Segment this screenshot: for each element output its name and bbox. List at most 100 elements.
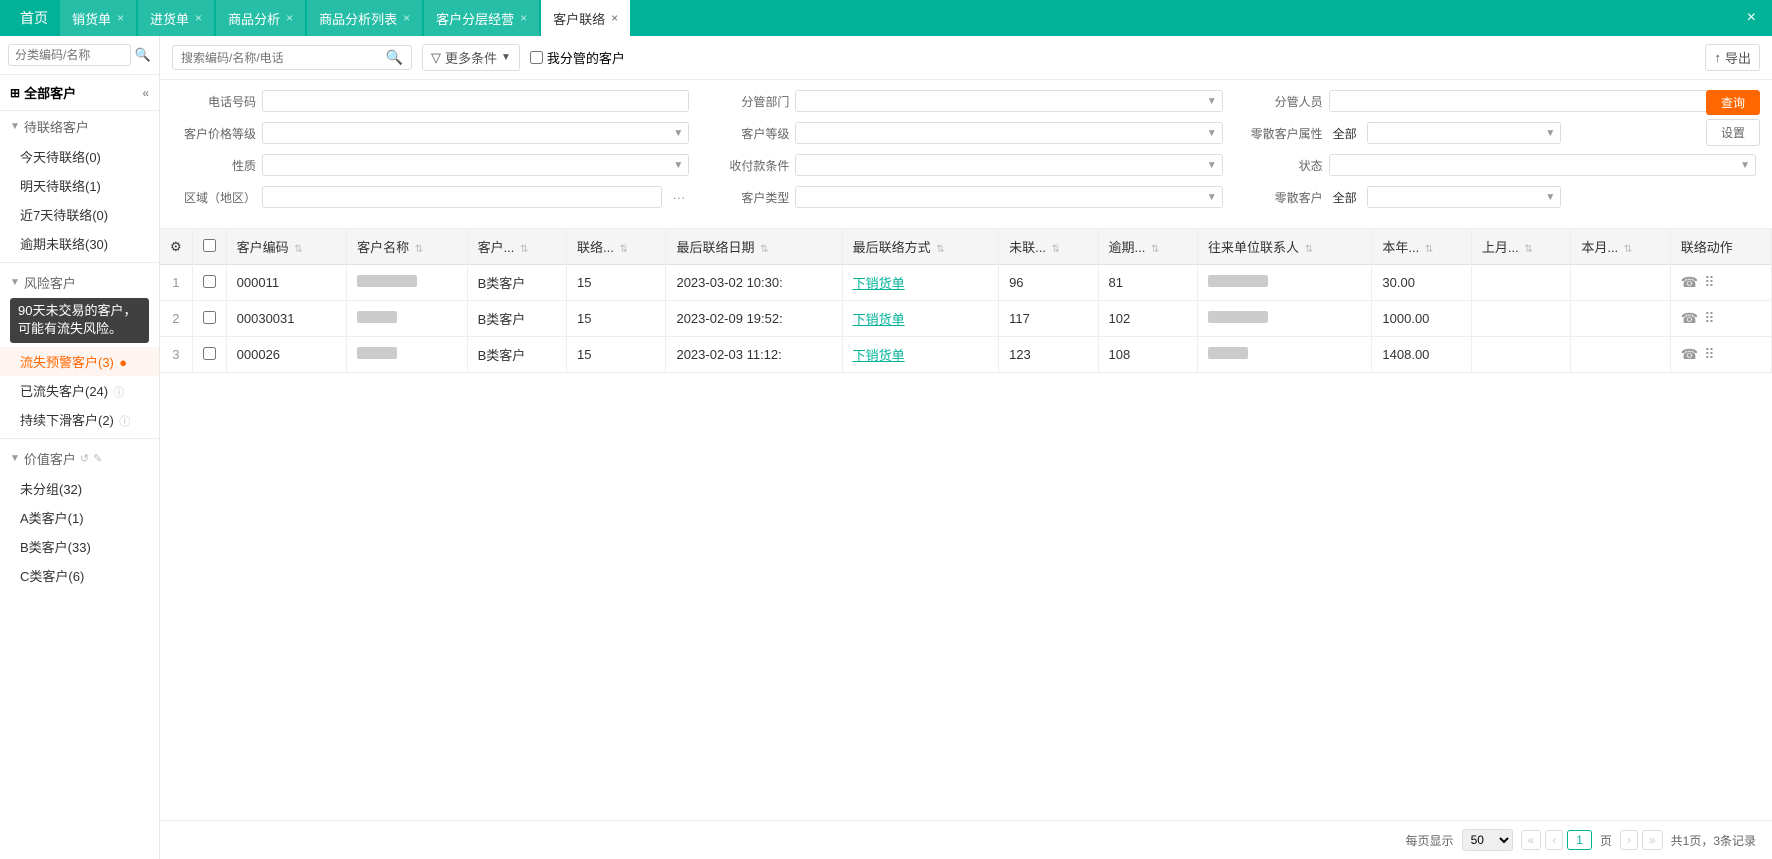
export-btn[interactable]: ↑ 导出 bbox=[1705, 44, 1760, 71]
sort-arrows-last-month[interactable]: ⇅ bbox=[1524, 244, 1532, 255]
search-input[interactable] bbox=[181, 51, 386, 65]
next-page-btn[interactable]: › bbox=[1620, 830, 1638, 850]
sidebar-search-input[interactable] bbox=[8, 44, 131, 66]
prev-page-btn[interactable]: ‹ bbox=[1545, 830, 1563, 850]
main-layout: 🔍 ⊞ 全部客户 « ▼ 待联络客户 今天待联络(0) 明天待联络(1) 近7天… bbox=[0, 36, 1772, 859]
sidebar-item-tomorrow-contact[interactable]: 明天待联络(1) bbox=[0, 171, 159, 200]
nav-tab-sales[interactable]: 销货单 × bbox=[60, 0, 136, 36]
nav-tab-purchase-close[interactable]: × bbox=[195, 11, 202, 25]
nav-tab-product-analysis-list-close[interactable]: × bbox=[403, 11, 410, 25]
sort-arrows-year[interactable]: ⇅ bbox=[1425, 244, 1433, 255]
customer-type-2: B类客户 bbox=[467, 301, 566, 337]
customer-table: ⚙ 客户编码 ⇅ 客户名称 ⇅ bbox=[160, 229, 1772, 373]
no-contact-days-3: 123 bbox=[999, 337, 1098, 373]
sort-arrows-contact[interactable]: ⇅ bbox=[619, 244, 627, 255]
sidebar-all-customers[interactable]: ⊞ 全部客户 « bbox=[0, 75, 159, 111]
nav-tab-product-analysis-list[interactable]: 商品分析列表 × bbox=[307, 0, 422, 36]
th-contact-action-label: 联络动作 bbox=[1681, 240, 1733, 255]
sidebar-item-today-contact[interactable]: 今天待联络(0) bbox=[0, 142, 159, 171]
nav-tab-product-analysis[interactable]: 商品分析 × bbox=[216, 0, 305, 36]
phone-icon-3[interactable]: ☎ bbox=[1681, 346, 1698, 363]
filter-dept: 分管部门 ▼ bbox=[709, 90, 1222, 112]
sidebar-collapse-icon[interactable]: « bbox=[142, 86, 149, 100]
filter-scatter-select[interactable] bbox=[1367, 186, 1562, 208]
filter-customer-type-select[interactable] bbox=[795, 186, 1222, 208]
sidebar-item-already-churn[interactable]: 已流失客户(24) ⓘ bbox=[0, 376, 159, 405]
sidebar-item-overdue-contact[interactable]: 逾期未联络(30) bbox=[0, 229, 159, 258]
my-customers-checkbox-label[interactable]: 我分管的客户 bbox=[530, 48, 625, 67]
page-size-select[interactable]: 50 100 200 bbox=[1462, 829, 1513, 851]
filter-nature-wrap: ▼ bbox=[262, 154, 689, 176]
row-select-checkbox-3[interactable] bbox=[203, 347, 216, 360]
last-contact-method-2[interactable]: 下销货单 bbox=[842, 301, 998, 337]
last-contact-method-1[interactable]: 下销货单 bbox=[842, 265, 998, 301]
filter-customer-level: 客户等级 ▼ bbox=[709, 122, 1222, 144]
sidebar-item-a-class[interactable]: A类客户(1) bbox=[0, 503, 159, 532]
row-select-checkbox-2[interactable] bbox=[203, 311, 216, 324]
refresh-icon[interactable]: ↺ bbox=[80, 452, 89, 465]
sidebar-group-value-customers[interactable]: ▼ 价值客户 ↺ ✎ bbox=[0, 443, 159, 474]
filter-nature-select[interactable] bbox=[262, 154, 689, 176]
first-page-btn[interactable]: « bbox=[1521, 830, 1542, 850]
sort-arrows-unit[interactable]: ⇅ bbox=[1305, 244, 1313, 255]
search-icon-btn[interactable]: 🔍 bbox=[386, 49, 403, 66]
row-select-checkbox-1[interactable] bbox=[203, 275, 216, 288]
filter-status-select[interactable] bbox=[1329, 154, 1756, 176]
row-checkbox-2[interactable] bbox=[192, 301, 226, 337]
more-conditions-btn[interactable]: ▽ 更多条件 ▼ bbox=[422, 44, 520, 71]
sort-arrows-overdue[interactable]: ⇅ bbox=[1151, 244, 1159, 255]
query-button[interactable]: 查询 bbox=[1706, 90, 1760, 115]
nav-tab-customer-contact[interactable]: 客户联络 × bbox=[541, 0, 630, 36]
nav-tab-sales-close[interactable]: × bbox=[117, 11, 124, 25]
sidebar-group-risk-customers[interactable]: ▼ 风险客户 bbox=[0, 267, 159, 298]
select-all-checkbox[interactable] bbox=[203, 239, 216, 252]
arrow-down-icon-2: ▼ bbox=[10, 277, 20, 288]
nav-tab-customer-segment[interactable]: 客户分层经营 × bbox=[424, 0, 539, 36]
last-contact-method-3[interactable]: 下销货单 bbox=[842, 337, 998, 373]
filter-phone-input[interactable] bbox=[262, 90, 689, 112]
nav-tab-product-analysis-close[interactable]: × bbox=[286, 11, 293, 25]
nav-tab-customer-segment-close[interactable]: × bbox=[520, 11, 527, 25]
phone-icon-2[interactable]: ☎ bbox=[1681, 310, 1698, 327]
row-checkbox-1[interactable] bbox=[192, 265, 226, 301]
edit-icon[interactable]: ✎ bbox=[93, 452, 102, 465]
sort-arrows-method[interactable]: ⇅ bbox=[936, 244, 944, 255]
sort-arrows-date[interactable]: ⇅ bbox=[760, 244, 768, 255]
th-overdue-days: 逾期... ⇅ bbox=[1098, 229, 1197, 265]
sidebar-item-sliding-customers[interactable]: 持续下滑客户(2) ⓘ bbox=[0, 405, 159, 434]
nav-home[interactable]: 首页 bbox=[8, 8, 60, 28]
filter-person-input[interactable] bbox=[1329, 90, 1729, 112]
sort-arrows-no-contact[interactable]: ⇅ bbox=[1052, 244, 1060, 255]
sidebar-item-c-class[interactable]: C类客户(6) bbox=[0, 561, 159, 590]
phone-icon-1[interactable]: ☎ bbox=[1681, 274, 1698, 291]
filter-price-level-select[interactable] bbox=[262, 122, 689, 144]
top-nav-close-btn[interactable]: × bbox=[1739, 9, 1764, 27]
sort-arrows-code[interactable]: ⇅ bbox=[294, 244, 302, 255]
last-page-btn[interactable]: » bbox=[1642, 830, 1663, 850]
sidebar-item-week-contact[interactable]: 近7天待联络(0) bbox=[0, 200, 159, 229]
sidebar-item-churn-risk[interactable]: 流失预警客户(3) ● bbox=[0, 347, 159, 376]
filter-scatter-attr-select[interactable] bbox=[1367, 122, 1562, 144]
row-checkbox-3[interactable] bbox=[192, 337, 226, 373]
settings-button[interactable]: 设置 bbox=[1706, 119, 1760, 146]
more-actions-icon-1[interactable]: ⠿ bbox=[1704, 274, 1714, 291]
sidebar-item-b-class[interactable]: B类客户(33) bbox=[0, 532, 159, 561]
more-actions-icon-3[interactable]: ⠿ bbox=[1704, 346, 1714, 363]
filter-dept-select[interactable] bbox=[795, 90, 1222, 112]
my-customers-checkbox[interactable] bbox=[530, 51, 543, 64]
filter-region-ellipsis[interactable]: ··· bbox=[668, 190, 689, 205]
this-month-2 bbox=[1571, 301, 1670, 337]
nav-tab-customer-contact-close[interactable]: × bbox=[611, 11, 618, 25]
filter-customer-level-select[interactable] bbox=[795, 122, 1222, 144]
filter-region-input[interactable] bbox=[262, 186, 662, 208]
more-actions-icon-2[interactable]: ⠿ bbox=[1704, 310, 1714, 327]
sidebar-search-icon[interactable]: 🔍 bbox=[135, 47, 151, 63]
sort-arrows-name[interactable]: ⇅ bbox=[415, 244, 423, 255]
nav-tab-purchase[interactable]: 进货单 × bbox=[138, 0, 214, 36]
sort-arrows-type[interactable]: ⇅ bbox=[520, 244, 528, 255]
filter-payment-select[interactable] bbox=[795, 154, 1222, 176]
sidebar-item-unclassified[interactable]: 未分组(32) bbox=[0, 474, 159, 503]
sort-arrows-this-month[interactable]: ⇅ bbox=[1624, 244, 1632, 255]
sidebar-group-pending-contact[interactable]: ▼ 待联络客户 bbox=[0, 111, 159, 142]
settings-icon[interactable]: ⚙ bbox=[170, 239, 182, 254]
